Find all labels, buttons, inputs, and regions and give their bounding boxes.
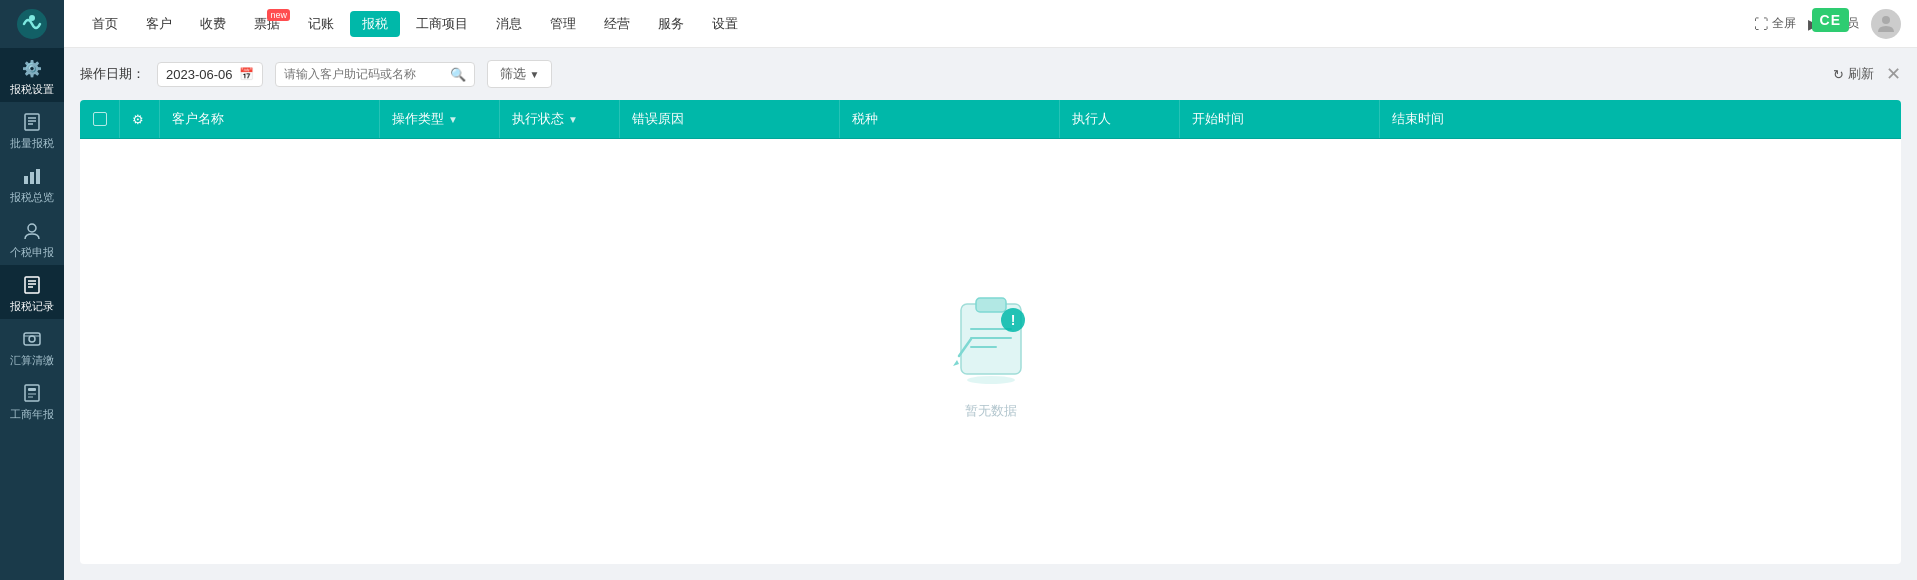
empty-illustration: ! 暂无数据 [941, 284, 1041, 420]
svg-point-15 [29, 336, 35, 342]
select-all-checkbox[interactable] [93, 112, 107, 126]
sort-icon: ▼ [568, 114, 578, 125]
sidebar-item-label: 汇算清缴 [10, 354, 54, 367]
main-area: 首页 客户 收费 票据 new 记账 报税 工商项目 消息 管理 经营 服务 设… [64, 0, 1917, 580]
chevron-down-icon: ▼ [530, 69, 540, 80]
ce-badge: CE [1812, 8, 1849, 32]
nav-jingying[interactable]: 经营 [592, 11, 642, 37]
svg-rect-10 [25, 277, 39, 293]
svg-marker-30 [953, 360, 959, 366]
svg-rect-14 [24, 333, 40, 345]
refresh-label: 刷新 [1848, 65, 1874, 83]
svg-rect-7 [30, 172, 34, 184]
sidebar-item-baoshui-zonlan[interactable]: 报税总览 [0, 156, 64, 210]
svg-text:!: ! [1010, 312, 1015, 328]
refresh-icon: ↻ [1833, 67, 1844, 82]
baoshui-jilu-icon [20, 273, 44, 297]
nav-guanli[interactable]: 管理 [538, 11, 588, 37]
svg-rect-23 [976, 298, 1006, 312]
content-area: 操作日期： 2023-06-06 📅 🔍 筛选 ▼ ↻ 刷新 ✕ [64, 48, 1917, 580]
table-body: ! 暂无数据 [80, 139, 1901, 564]
th-executor: 执行人 [1060, 100, 1180, 138]
sidebar-item-huisuan-jiaona[interactable]: 汇算清缴 [0, 319, 64, 373]
nav-piao[interactable]: 票据 new [242, 11, 292, 37]
nav-fuwu[interactable]: 服务 [646, 11, 696, 37]
sidebar-item-baoshui-jilu[interactable]: 报税记录 [0, 265, 64, 319]
avatar[interactable] [1871, 9, 1901, 39]
date-value: 2023-06-06 [166, 67, 233, 82]
sidebar-item-label: 报税总览 [10, 191, 54, 204]
search-input[interactable] [284, 67, 444, 81]
sidebar-item-label: 个税申报 [10, 246, 54, 259]
th-exec-status[interactable]: 执行状态 ▼ [500, 100, 620, 138]
svg-point-21 [1882, 16, 1890, 24]
piliang-baoshui-icon [20, 110, 44, 134]
date-picker[interactable]: 2023-06-06 📅 [157, 62, 263, 87]
search-icon[interactable]: 🔍 [450, 67, 466, 82]
new-badge: new [267, 9, 290, 22]
search-wrap: 🔍 [275, 62, 475, 87]
gongshang-nianbao-icon [20, 381, 44, 405]
svg-point-9 [28, 224, 36, 232]
fullscreen-button[interactable]: ⛶ 全屏 [1754, 15, 1796, 32]
nav-shoufei[interactable]: 收费 [188, 11, 238, 37]
settings-icon[interactable]: ⚙ [132, 112, 144, 127]
toolbar: 操作日期： 2023-06-06 📅 🔍 筛选 ▼ ↻ 刷新 ✕ [64, 48, 1917, 100]
sidebar-item-piliang-baoshui[interactable]: 批量报税 [0, 102, 64, 156]
nav-customer[interactable]: 客户 [134, 11, 184, 37]
sidebar: ⚙️ 报税设置 批量报税 报税总览 [0, 0, 64, 580]
sort-icon: ▼ [448, 114, 458, 125]
svg-rect-8 [36, 169, 40, 184]
topnav: 首页 客户 收费 票据 new 记账 报税 工商项目 消息 管理 经营 服务 设… [64, 0, 1917, 48]
sidebar-item-label: 报税设置 [10, 83, 54, 96]
date-label: 操作日期： [80, 65, 145, 83]
geshui-shenbao-icon [20, 219, 44, 243]
nav-items: 首页 客户 收费 票据 new 记账 报税 工商项目 消息 管理 经营 服务 设… [80, 11, 1754, 37]
sidebar-item-geshui-shenbao[interactable]: 个税申报 [0, 211, 64, 265]
sidebar-item-gongshang-nianbao[interactable]: 工商年报 [0, 373, 64, 427]
logo[interactable] [0, 0, 64, 48]
sidebar-item-label: 批量报税 [10, 137, 54, 150]
baoshui-shezhi-icon: ⚙️ [20, 56, 44, 80]
nav-xiaoxi[interactable]: 消息 [484, 11, 534, 37]
calendar-icon: 📅 [239, 67, 254, 81]
huisuan-jiaona-icon [20, 327, 44, 351]
svg-rect-17 [25, 385, 39, 401]
sidebar-item-label: 工商年报 [10, 408, 54, 421]
th-checkbox[interactable] [80, 100, 120, 138]
empty-icon: ! [941, 284, 1041, 394]
svg-point-31 [967, 376, 1015, 384]
nav-gongshang[interactable]: 工商项目 [404, 11, 480, 37]
filter-button[interactable]: 筛选 ▼ [487, 60, 553, 88]
table-header: ⚙ 客户名称 操作类型 ▼ 执行状态 ▼ 错误原因 税种 [80, 100, 1901, 139]
svg-rect-18 [28, 388, 36, 391]
fullscreen-label: 全屏 [1772, 15, 1796, 32]
svg-rect-6 [24, 176, 28, 184]
th-settings: ⚙ [120, 100, 160, 138]
close-button[interactable]: ✕ [1886, 65, 1901, 83]
nav-jizhang[interactable]: 记账 [296, 11, 346, 37]
table-container: ⚙ 客户名称 操作类型 ▼ 执行状态 ▼ 错误原因 税种 [80, 100, 1901, 564]
th-tax-type: 税种 [840, 100, 1060, 138]
th-customer-name: 客户名称 [160, 100, 380, 138]
svg-point-1 [29, 15, 35, 21]
th-op-type[interactable]: 操作类型 ▼ [380, 100, 500, 138]
nav-baoshui[interactable]: 报税 [350, 11, 400, 37]
filter-label: 筛选 [500, 65, 526, 83]
nav-home[interactable]: 首页 [80, 11, 130, 37]
th-error-reason: 错误原因 [620, 100, 840, 138]
empty-text: 暂无数据 [965, 402, 1017, 420]
th-end-time: 结束时间 [1380, 100, 1520, 138]
svg-rect-2 [25, 114, 39, 130]
sidebar-item-label: 报税记录 [10, 300, 54, 313]
fullscreen-icon: ⛶ [1754, 16, 1768, 32]
sidebar-item-baoshui-shezhi[interactable]: ⚙️ 报税设置 [0, 48, 64, 102]
baoshui-zonlan-icon [20, 164, 44, 188]
refresh-button[interactable]: ↻ 刷新 [1833, 65, 1874, 83]
nav-shezhi[interactable]: 设置 [700, 11, 750, 37]
th-start-time: 开始时间 [1180, 100, 1380, 138]
